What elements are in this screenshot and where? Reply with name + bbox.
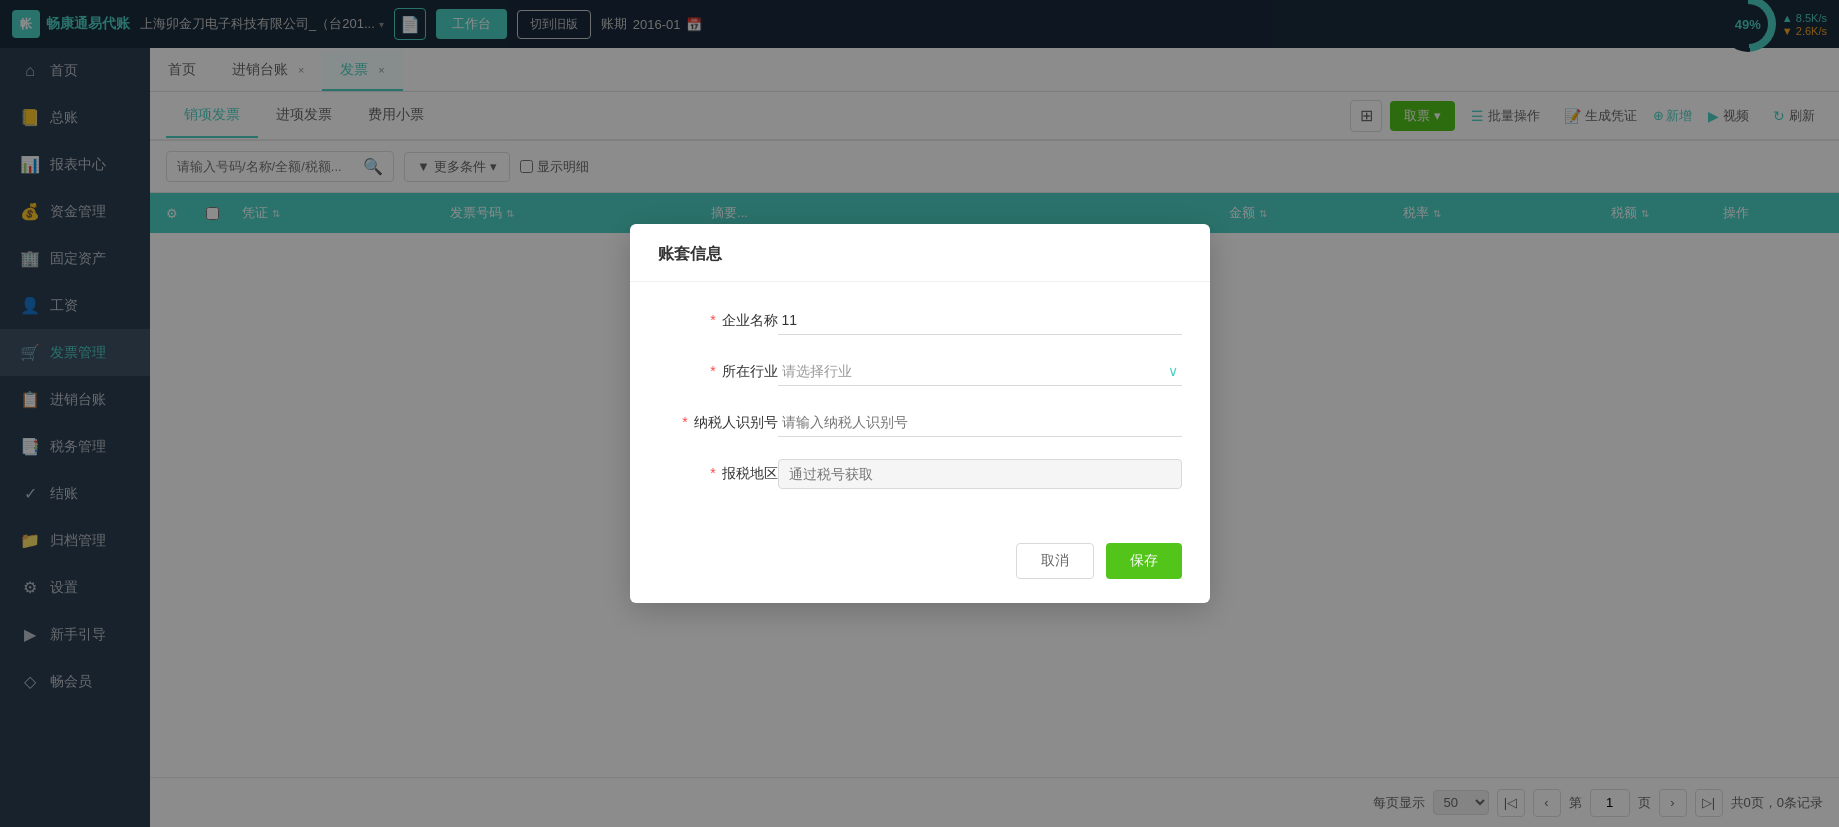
dialog-title: 账套信息 — [630, 224, 1210, 282]
account-info-dialog: 账套信息 * 企业名称 * 所在行业 请选择行业 — [630, 224, 1210, 603]
dialog-footer: 取消 保存 — [630, 531, 1210, 603]
form-row-tax-region: * 报税地区 — [658, 459, 1182, 489]
form-row-industry: * 所在行业 请选择行业 ∨ — [658, 357, 1182, 386]
label-company: * 企业名称 — [658, 312, 778, 330]
save-button[interactable]: 保存 — [1106, 543, 1182, 579]
form-row-company: * 企业名称 — [658, 306, 1182, 335]
select-industry-wrap: 请选择行业 ∨ — [778, 357, 1182, 386]
input-tax-id[interactable] — [778, 408, 1182, 437]
form-row-tax-id: * 纳税人识别号 — [658, 408, 1182, 437]
modal-overlay[interactable]: 账套信息 * 企业名称 * 所在行业 请选择行业 — [0, 0, 1839, 827]
industry-chevron-icon: ∨ — [1168, 363, 1178, 379]
label-tax-id: * 纳税人识别号 — [658, 414, 778, 432]
label-industry: * 所在行业 — [658, 363, 778, 381]
label-tax-region: * 报税地区 — [658, 465, 778, 483]
input-tax-region — [778, 459, 1182, 489]
dialog-body: * 企业名称 * 所在行业 请选择行业 ∨ — [630, 282, 1210, 531]
select-industry[interactable]: 请选择行业 — [782, 363, 1168, 379]
input-company-name[interactable] — [778, 306, 1182, 335]
cancel-button[interactable]: 取消 — [1016, 543, 1094, 579]
